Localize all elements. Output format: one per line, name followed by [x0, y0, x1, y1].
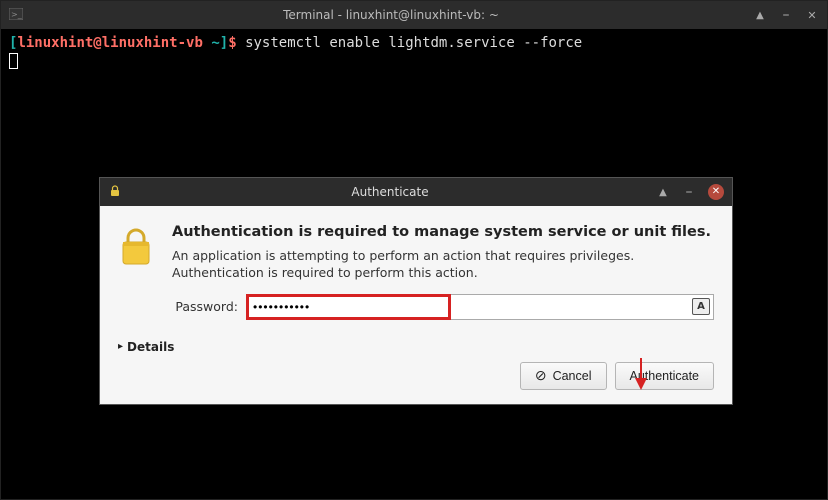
cancel-button-label: Cancel [553, 369, 592, 383]
cancel-icon: ⊘ [535, 367, 547, 384]
terminal-cursor [9, 53, 18, 69]
terminal-app-icon: >_ [9, 8, 29, 23]
minimize-icon[interactable]: – [779, 8, 793, 22]
svg-text:>_: >_ [11, 10, 23, 19]
chevron-up-icon[interactable]: ▲ [753, 8, 767, 22]
dialog-titlebar: Authenticate ▲ – ✕ [100, 178, 732, 206]
lock-icon [108, 184, 124, 201]
details-expander[interactable]: ▸ Details [118, 340, 714, 354]
authenticate-button-label: Authenticate [630, 369, 700, 383]
dialog-body: Authentication is required to manage sys… [100, 206, 732, 404]
terminal-command: systemctl enable lightdm.service --force [245, 35, 582, 51]
dialog-minimize-icon[interactable]: – [682, 185, 696, 199]
password-label: Password: [172, 299, 238, 314]
details-label: Details [127, 340, 174, 354]
dialog-heading: Authentication is required to manage sys… [172, 224, 714, 240]
close-icon[interactable]: ✕ [805, 8, 819, 22]
authenticate-button[interactable]: Authenticate [615, 362, 715, 390]
dialog-message: An application is attempting to perform … [172, 248, 714, 282]
dialog-title: Authenticate [124, 185, 656, 199]
dialog-close-icon[interactable]: ✕ [708, 184, 724, 200]
chevron-right-icon: ▸ [118, 341, 123, 352]
terminal-prompt-line: [linuxhint@linuxhint-vb ~]$ systemctl en… [9, 35, 819, 51]
dialog-chevron-up-icon[interactable]: ▲ [656, 185, 670, 199]
large-lock-icon [118, 224, 158, 326]
terminal-titlebar: >_ Terminal - linuxhint@linuxhint-vb: ~ … [1, 1, 827, 29]
authenticate-dialog: Authenticate ▲ – ✕ Authentication is req… [99, 177, 733, 405]
ime-indicator-icon: A [692, 298, 710, 315]
cancel-button[interactable]: ⊘ Cancel [520, 362, 607, 390]
password-input[interactable] [246, 294, 714, 320]
terminal-title: Terminal - linuxhint@linuxhint-vb: ~ [29, 8, 753, 22]
